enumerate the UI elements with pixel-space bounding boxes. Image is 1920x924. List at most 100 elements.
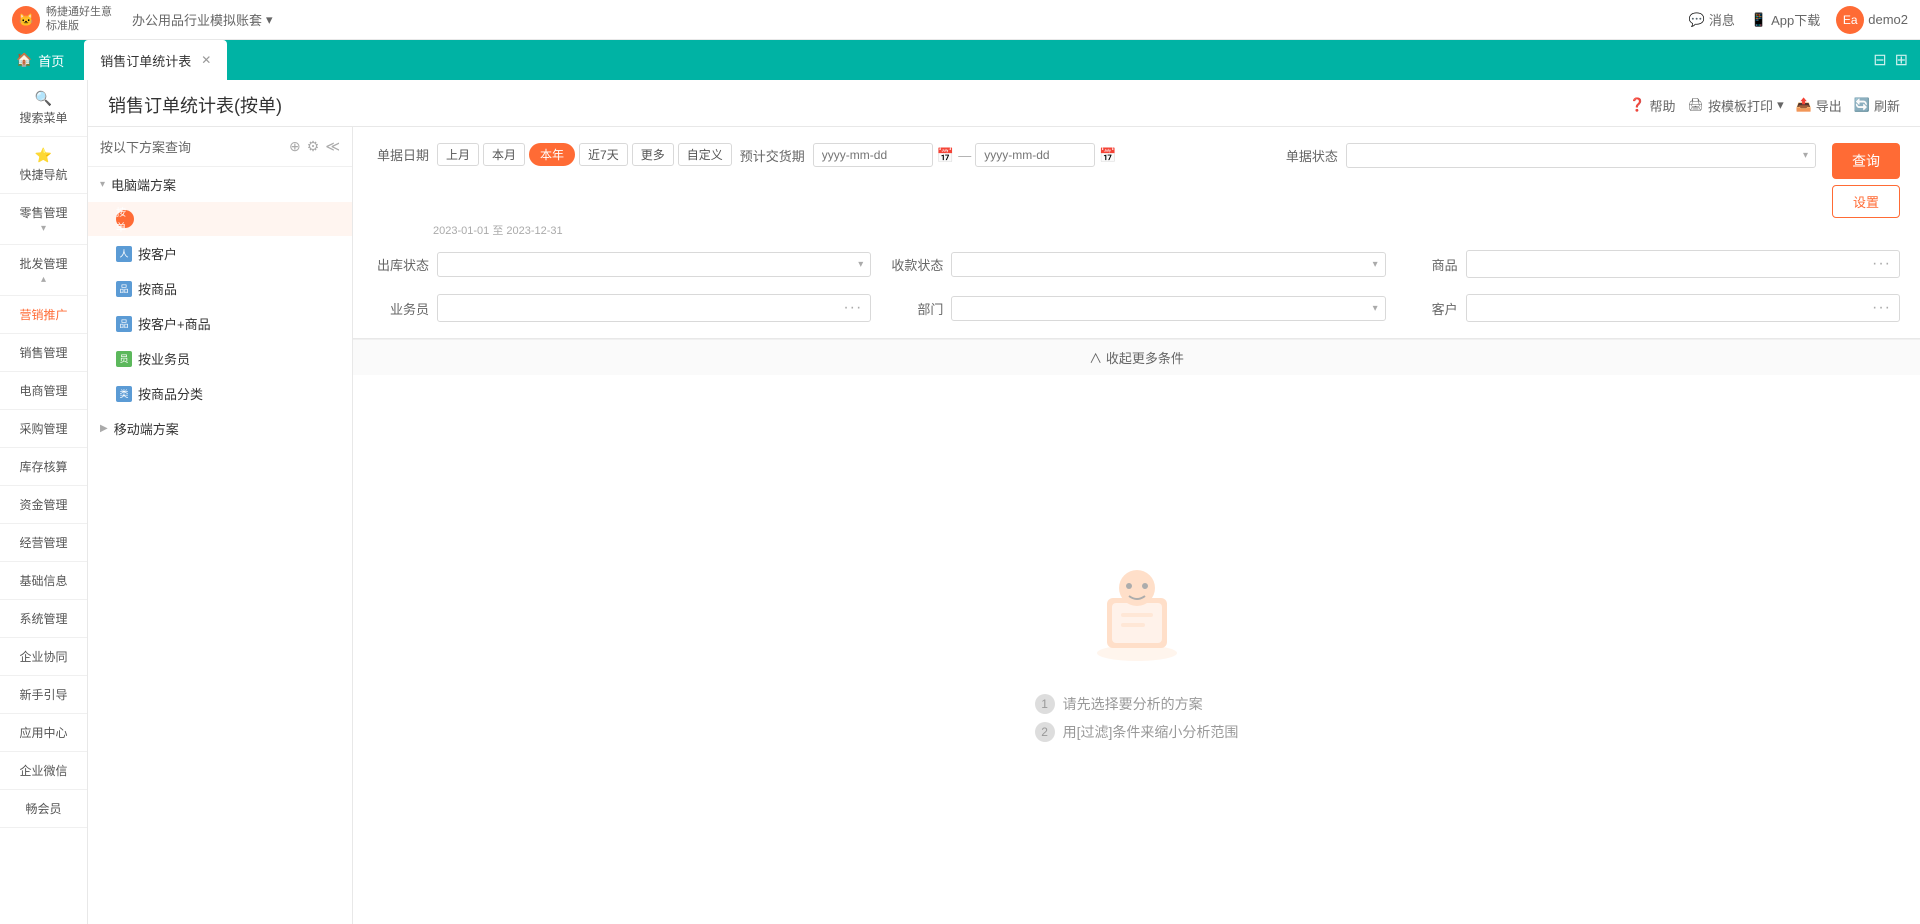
more-btn[interactable]: 更多: [632, 143, 674, 166]
department-group: 部门: [887, 296, 1385, 321]
delivery-status-select[interactable]: [437, 252, 871, 277]
this-month-btn[interactable]: 本月: [483, 143, 525, 166]
export-icon: 📤: [1796, 97, 1812, 113]
expected-delivery-start[interactable]: [813, 143, 933, 167]
expected-delivery-end[interactable]: [975, 143, 1095, 167]
doc-status-group: 单据状态: [1282, 143, 1816, 168]
goods-category-scheme-icon: 类: [116, 386, 132, 402]
star-icon: ⭐: [35, 147, 52, 164]
sidebar-item-sales-mgmt[interactable]: 销售管理: [0, 334, 87, 372]
date-shortcuts: 上月 本月 本年 近7天 更多 自定义: [437, 143, 732, 166]
collapse-panel-icon[interactable]: ≪: [325, 138, 340, 155]
help-button[interactable]: ❓ 帮助: [1629, 96, 1675, 115]
department-select-wrap: [951, 296, 1385, 321]
empty-tips: 1 请先选择要分析的方案 2 用[过滤]条件来缩小分析范围: [1035, 694, 1239, 742]
sidebar-item-app-center[interactable]: 应用中心: [0, 714, 87, 752]
sidebar-item-newbie[interactable]: 新手引导: [0, 676, 87, 714]
tree-section-pc[interactable]: ▾ 电脑端方案: [88, 167, 352, 202]
department-select[interactable]: [951, 296, 1385, 321]
page-title: 销售订单统计表(按单): [108, 92, 282, 118]
sidebar-item-wholesale[interactable]: 批发管理 ▴: [0, 245, 87, 296]
sidebar-item-ecommerce[interactable]: 电商管理: [0, 372, 87, 410]
tree-expand-mobile-icon: ▶: [100, 423, 108, 434]
message-button[interactable]: 💬 消息: [1689, 10, 1735, 29]
last-month-btn[interactable]: 上月: [437, 143, 479, 166]
sidebar-item-quick-nav[interactable]: ⭐ 快捷导航: [0, 137, 87, 194]
template-print-button[interactable]: 🖨 按模板打印 ▾: [1688, 96, 1784, 115]
expected-delivery-input: 📅 — 📅: [813, 143, 1117, 167]
salesperson-more-icon: ···: [843, 299, 862, 317]
custom-btn[interactable]: 自定义: [678, 143, 732, 166]
export-button[interactable]: 📤 导出: [1796, 96, 1842, 115]
search-icon: 🔍: [35, 90, 52, 107]
user-profile[interactable]: Ea demo2: [1836, 6, 1908, 34]
tree-item-by-customer-goods[interactable]: 品 按客户+商品: [88, 306, 352, 341]
sidebar-item-member[interactable]: 畅会员: [0, 790, 87, 828]
sidebar-item-retail[interactable]: 零售管理 ▾: [0, 194, 87, 245]
salesperson-group: 业务员 ···: [373, 294, 871, 322]
customer-group: 客户 ···: [1402, 294, 1900, 322]
sidebar-item-finance[interactable]: 资金管理: [0, 486, 87, 524]
sidebar-item-wechat[interactable]: 企业微信: [0, 752, 87, 790]
settings-scheme-icon[interactable]: ⚙: [307, 138, 320, 155]
cal-start-icon[interactable]: 📅: [937, 147, 954, 164]
sidebar-item-basic-info[interactable]: 基础信息: [0, 562, 87, 600]
empty-state: 1 请先选择要分析的方案 2 用[过滤]条件来缩小分析范围: [353, 375, 1920, 924]
sidebar-item-inventory[interactable]: 库存核算: [0, 448, 87, 486]
right-panel: 单据日期 上月 本月 本年 近7天 更多 自定义 预计交货期: [353, 127, 1920, 924]
payment-status-select-wrap: [951, 252, 1385, 277]
tree-item-by-order[interactable]: 按单: [88, 202, 352, 236]
sidebar-item-marketing[interactable]: 营销推广: [0, 296, 87, 334]
app-selector[interactable]: 办公用品行业模拟账套 ▾: [132, 10, 273, 29]
tab-bar: 🏠 首页 销售订单统计表 ✕ ⊟ ⊞: [0, 40, 1920, 80]
filter-row-1: 单据日期 上月 本月 本年 近7天 更多 自定义 预计交货期: [373, 143, 1900, 218]
sidebar-item-enterprise[interactable]: 企业协同: [0, 638, 87, 676]
tree-item-by-customer[interactable]: 人 按客户: [88, 236, 352, 271]
sidebar-item-search[interactable]: 🔍 搜索菜单: [0, 80, 87, 137]
sidebar-item-system[interactable]: 系统管理: [0, 600, 87, 638]
doc-status-select[interactable]: [1346, 143, 1816, 168]
salesperson-input[interactable]: ···: [437, 294, 871, 322]
payment-status-select[interactable]: [951, 252, 1385, 277]
this-year-btn[interactable]: 本年: [529, 143, 575, 166]
message-icon: 💬: [1689, 12, 1705, 28]
customer-more-icon: ···: [1872, 299, 1891, 317]
home-icon: 🏠: [16, 52, 32, 68]
page-header: 销售订单统计表(按单) ❓ 帮助 🖨 按模板打印 ▾ 📤 导出 🔄 刷新: [88, 80, 1920, 127]
tree-expand-icon: ▾: [100, 179, 105, 190]
add-scheme-icon[interactable]: ⊕: [289, 138, 301, 155]
tree-item-by-salesperson[interactable]: 员 按业务员: [88, 341, 352, 376]
download-icon: 📱: [1751, 12, 1767, 28]
customer-input[interactable]: ···: [1466, 294, 1900, 322]
sidebar-item-purchase[interactable]: 采购管理: [0, 410, 87, 448]
tab-minimize-button[interactable]: ⊟: [1873, 50, 1886, 70]
last-7days-btn[interactable]: 近7天: [579, 143, 628, 166]
goods-group: 商品 ···: [1402, 250, 1900, 278]
help-icon: ❓: [1629, 97, 1645, 113]
empty-tip-2: 2 用[过滤]条件来缩小分析范围: [1035, 722, 1239, 742]
tab-expand-button[interactable]: ⊞: [1895, 50, 1908, 70]
cal-end-icon[interactable]: 📅: [1099, 147, 1116, 164]
app-download-button[interactable]: 📱 App下载: [1751, 10, 1820, 29]
refresh-button[interactable]: 🔄 刷新: [1854, 96, 1900, 115]
tree-item-by-goods[interactable]: 品 按商品: [88, 271, 352, 306]
tree-section-mobile[interactable]: ▶ 移动端方案: [88, 411, 352, 446]
chevron-down-icon: ▾: [1777, 97, 1784, 113]
query-button[interactable]: 查询: [1832, 143, 1900, 179]
delivery-status-select-wrap: [437, 252, 871, 277]
collapse-icon: ∧: [1089, 351, 1102, 366]
main-layout: 🔍 搜索菜单 ⭐ 快捷导航 零售管理 ▾ 批发管理 ▴ 营销推广 销售管理 电商…: [0, 80, 1920, 924]
content-area: 销售订单统计表(按单) ❓ 帮助 🖨 按模板打印 ▾ 📤 导出 🔄 刷新: [88, 80, 1920, 924]
left-panel-action-icons: ⊕ ⚙ ≪: [289, 138, 340, 155]
goods-input[interactable]: ···: [1466, 250, 1900, 278]
tree-item-by-goods-category[interactable]: 类 按商品分类: [88, 376, 352, 411]
sidebar-item-operations[interactable]: 经营管理: [0, 524, 87, 562]
delivery-status-group: 出库状态: [373, 252, 871, 277]
customer-scheme-icon: 人: [116, 246, 132, 262]
tab-sales-order-stat[interactable]: 销售订单统计表 ✕: [84, 40, 227, 80]
tab-home[interactable]: 🏠 首页: [0, 40, 80, 80]
tab-close-icon[interactable]: ✕: [201, 53, 211, 67]
collapse-bar[interactable]: ∧ 收起更多条件: [353, 339, 1920, 375]
logo-text: 畅捷通好生意 标准版: [46, 6, 112, 32]
settings-button[interactable]: 设置: [1832, 185, 1900, 218]
